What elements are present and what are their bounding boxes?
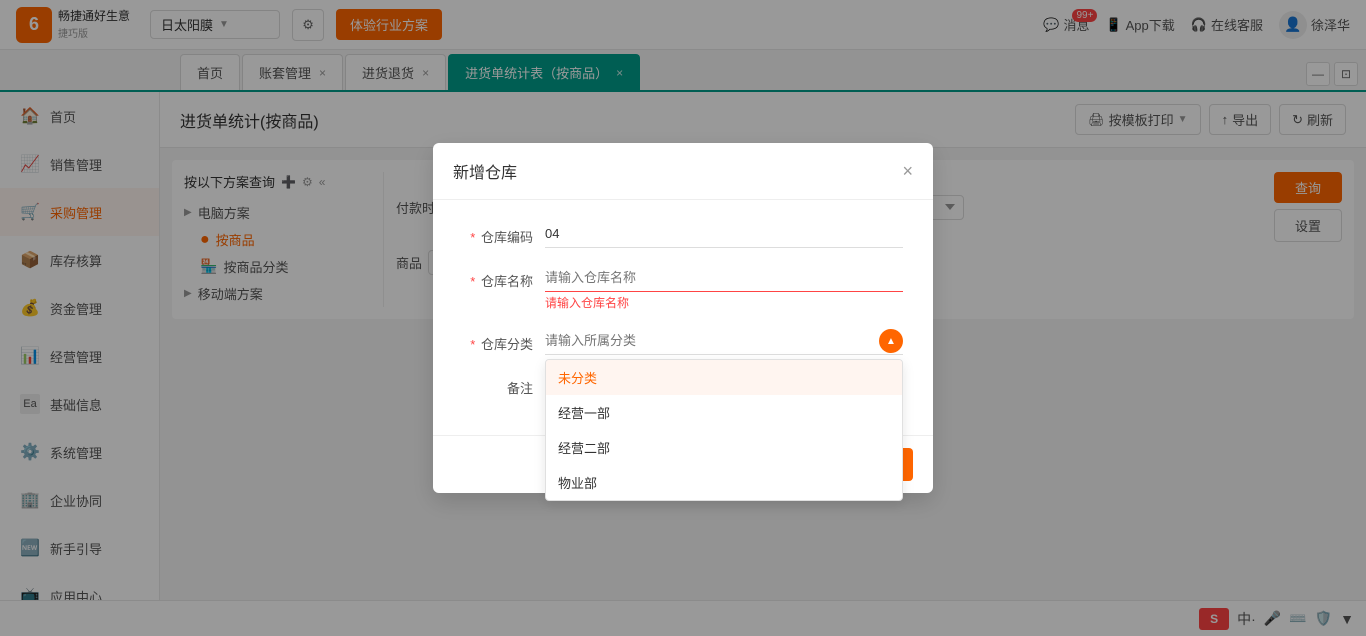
note-label: 备注 <box>463 371 533 397</box>
category-dropdown-wrapper: ▲ 未分类 经营一部 经营二部 物业部 <box>545 327 903 355</box>
warehouse-category-field: * 仓库分类 ▲ 未分类 经营一部 经营二部 物业部 <box>463 327 903 355</box>
code-input-wrapper <box>545 220 903 248</box>
category-input[interactable] <box>545 327 903 355</box>
new-warehouse-modal: 新增仓库 × * 仓库编码 * 仓库名称 <box>433 143 933 493</box>
dropdown-option-dept3[interactable]: 物业部 <box>546 465 902 500</box>
modal-close-button[interactable]: × <box>902 162 913 180</box>
category-dropdown-toggle[interactable]: ▲ <box>879 329 903 353</box>
code-label-text: 仓库编码 <box>481 230 533 245</box>
chevron-up-icon: ▲ <box>886 336 896 347</box>
modal-body: * 仓库编码 * 仓库名称 请输入仓库名称 <box>433 200 933 435</box>
warehouse-code-input[interactable] <box>545 220 903 248</box>
warehouse-name-field: * 仓库名称 请输入仓库名称 <box>463 264 903 311</box>
modal-header: 新增仓库 × <box>433 143 933 200</box>
dropdown-option-dept1[interactable]: 经营一部 <box>546 395 902 430</box>
name-label: * 仓库名称 <box>463 264 533 290</box>
name-error-message: 请输入仓库名称 <box>545 294 903 311</box>
category-dropdown-list: 未分类 经营一部 经营二部 物业部 <box>545 359 903 501</box>
modal-overlay[interactable]: 新增仓库 × * 仓库编码 * 仓库名称 <box>0 0 1366 636</box>
warehouse-code-field: * 仓库编码 <box>463 220 903 248</box>
code-label: * 仓库编码 <box>463 220 533 246</box>
name-input-wrapper: 请输入仓库名称 <box>545 264 903 311</box>
category-label: * 仓库分类 <box>463 327 533 353</box>
modal-title: 新增仓库 <box>453 159 517 183</box>
dropdown-option-dept2[interactable]: 经营二部 <box>546 430 902 465</box>
name-label-text: 仓库名称 <box>481 274 533 289</box>
note-label-text: 备注 <box>507 381 533 396</box>
category-label-text: 仓库分类 <box>481 337 533 352</box>
warehouse-name-input[interactable] <box>545 264 903 292</box>
dropdown-option-uncategorized[interactable]: 未分类 <box>546 360 902 395</box>
